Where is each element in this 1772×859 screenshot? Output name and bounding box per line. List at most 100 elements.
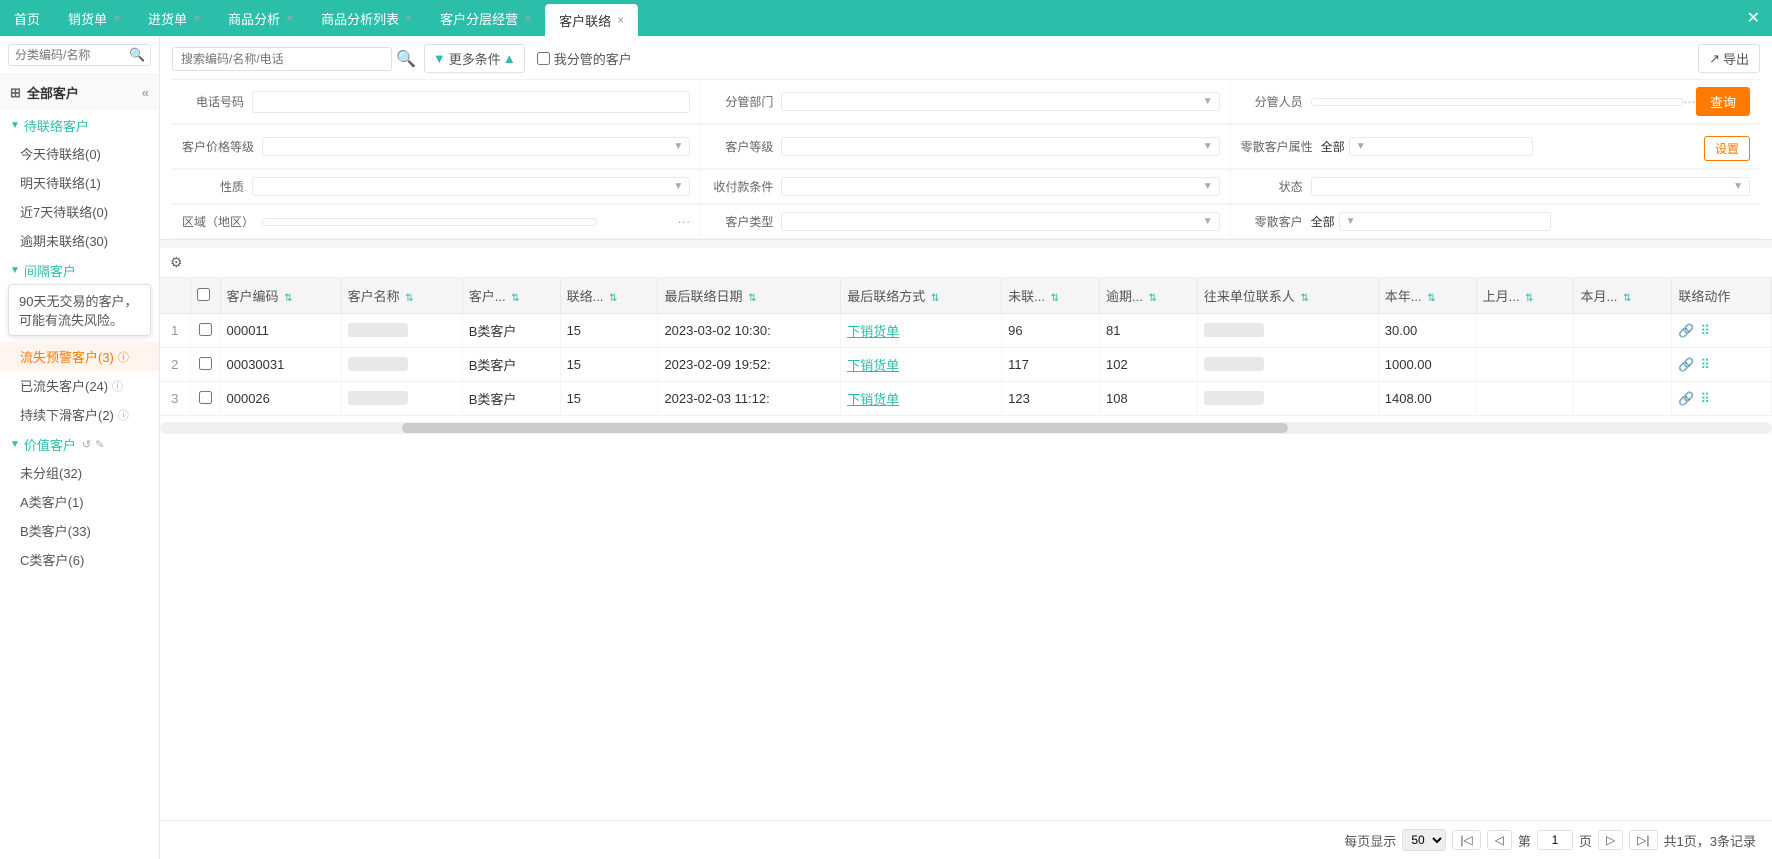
window-close-button[interactable]: ✕ [1735,8,1772,28]
filter-nature: 性质 ▼ [172,170,701,204]
filter-customer-type-select[interactable]: ▼ [781,212,1219,231]
tab-sales-close[interactable]: × [113,11,120,25]
tab-customer-layers[interactable]: 客户分层经营 × [426,0,545,36]
filter-search-input[interactable] [172,47,392,71]
export-button[interactable]: ↗ 导出 [1698,44,1760,73]
tab-sales[interactable]: 销货单 × [54,0,134,36]
settings-button[interactable]: 设置 [1704,136,1750,161]
tab-analysis[interactable]: 商品分析 × [214,0,307,36]
code-sort-icon: ⇅ [284,293,292,304]
unlinking-1: 96 [1002,314,1100,348]
sidebar-section-lapsed[interactable]: ▼ 间隔客户 [0,255,159,284]
tab-analysis-close[interactable]: × [286,11,293,25]
tab-home[interactable]: 首页 [0,0,54,36]
person-2 [1197,348,1378,382]
filter-manager-input[interactable] [1311,98,1683,106]
filter-region-select[interactable] [262,218,597,226]
type-sort-icon: ⇅ [511,293,519,304]
sidebar-item-class-c[interactable]: C类客户(6) [0,545,159,574]
col-last-contact-date[interactable]: 最后联络日期 ⇅ [658,278,841,314]
sidebar-item-declining[interactable]: 持续下滑客户(2) ⓘ [0,400,159,429]
filter-zero-attr-select[interactable]: ▼ [1349,137,1534,156]
tab-analysis-list[interactable]: 商品分析列表 × [307,0,426,36]
horizontal-scrollbar[interactable] [160,422,1772,434]
filter-nature-select[interactable]: ▼ [252,177,690,196]
tab-customer-contact[interactable]: 客户联络 × [545,4,638,36]
sidebar-item-7days[interactable]: 近7天待联络(0) [0,197,159,226]
tab-analysis-list-close[interactable]: × [405,11,412,25]
region-dots[interactable]: ··· [677,214,690,229]
name-3 [341,382,462,416]
tab-customer-contact-close[interactable]: × [617,13,624,27]
check-1[interactable] [190,314,220,348]
rownum-1: 1 [160,314,190,348]
filter-payment-select[interactable]: ▼ [781,177,1219,196]
query-button[interactable]: 查询 [1696,87,1750,116]
sidebar-section-value[interactable]: ▼ 价值客户 ↺ ✎ [0,429,159,458]
contact-link-icon-3[interactable]: 🔗 [1678,391,1694,407]
contact-link-icon-1[interactable]: 🔗 [1678,323,1694,339]
sidebar-item-overdue[interactable]: 逾期未联络(30) [0,226,159,255]
first-page-button[interactable]: |◁ [1452,830,1480,850]
page-size-select[interactable]: 50 [1402,829,1446,851]
col-this-year[interactable]: 本年... ⇅ [1378,278,1476,314]
value-refresh-icon[interactable]: ↺ [82,438,91,451]
method-2[interactable]: 下销货单 [841,348,1002,382]
prev-page-button[interactable]: ◁ [1487,830,1512,850]
date-sort-icon: ⇅ [748,293,756,304]
filter-price-grade-select[interactable]: ▼ [262,137,690,156]
more-action-icon-1[interactable]: ⠿ [1701,323,1711,339]
filter-dept-select[interactable]: ▼ [781,92,1219,111]
sidebar-item-class-b[interactable]: B类客户(33) [0,516,159,545]
filter-more-button[interactable]: ▼ 更多条件 ▲ [424,44,525,73]
my-customers-checkbox-label[interactable]: 我分管的客户 [537,49,632,68]
filter-scattered-select[interactable]: ▼ [1339,212,1552,231]
contact-link-icon-2[interactable]: 🔗 [1678,357,1694,373]
more-action-icon-2[interactable]: ⠿ [1701,357,1711,373]
sidebar-item-at-risk[interactable]: 流失预警客户(3) ⓘ [0,342,159,371]
contact-1: 15 [560,314,658,348]
tab-customer-layers-close[interactable]: × [524,11,531,25]
sidebar-item-today[interactable]: 今天待联络(0) [0,139,159,168]
col-contact-person[interactable]: 往来单位联系人 ⇅ [1197,278,1378,314]
select-all-checkbox[interactable] [197,288,210,301]
sidebar-item-ungrouped[interactable]: 未分组(32) [0,458,159,487]
name-2 [341,348,462,382]
value-edit-icon[interactable]: ✎ [95,438,104,451]
col-this-month[interactable]: 本月... ⇅ [1574,278,1672,314]
filter-search-button[interactable]: 🔍 [396,49,416,69]
col-contact[interactable]: 联络... ⇅ [560,278,658,314]
col-last-contact-method[interactable]: 最后联络方式 ⇅ [841,278,1002,314]
sidebar-all-customers[interactable]: ⊞ 全部客户 « [0,75,159,110]
sidebar-item-class-a[interactable]: A类客户(1) [0,487,159,516]
check-3[interactable] [190,382,220,416]
check-2[interactable] [190,348,220,382]
sidebar-section-pending[interactable]: ▼ 待联络客户 [0,110,159,139]
col-code[interactable]: 客户编码 ⇅ [220,278,341,314]
col-name[interactable]: 客户名称 ⇅ [341,278,462,314]
col-unlinking[interactable]: 未联... ⇅ [1002,278,1100,314]
tab-purchase[interactable]: 进货单 × [134,0,214,36]
col-overdue[interactable]: 逾期... ⇅ [1100,278,1198,314]
table-settings-icon[interactable]: ⚙ [170,254,183,271]
next-page-button[interactable]: ▷ [1598,830,1623,850]
method-1[interactable]: 下销货单 [841,314,1002,348]
page-input[interactable] [1537,830,1573,850]
tab-purchase-close[interactable]: × [193,11,200,25]
sidebar-item-tomorrow[interactable]: 明天待联络(1) [0,168,159,197]
filter-customer-grade-select[interactable]: ▼ [781,137,1219,156]
col-last-month[interactable]: 上月... ⇅ [1476,278,1574,314]
page-label-suffix: 页 [1579,831,1592,850]
code-3: 000026 [220,382,341,416]
manager-dots[interactable]: ··· [1683,94,1696,109]
filter-phone-input[interactable] [252,91,690,113]
table-toolbar: ⚙ [160,248,1772,278]
method-3[interactable]: 下销货单 [841,382,1002,416]
sidebar-item-already-lost[interactable]: 已流失客户(24) ⓘ [0,371,159,400]
more-action-icon-3[interactable]: ⠿ [1701,391,1711,407]
col-customer-type[interactable]: 客户... ⇅ [462,278,560,314]
col-checkbox[interactable] [190,278,220,314]
filter-status-select[interactable]: ▼ [1311,177,1750,196]
last-page-button[interactable]: ▷| [1629,830,1657,850]
my-customers-checkbox[interactable] [537,52,550,65]
